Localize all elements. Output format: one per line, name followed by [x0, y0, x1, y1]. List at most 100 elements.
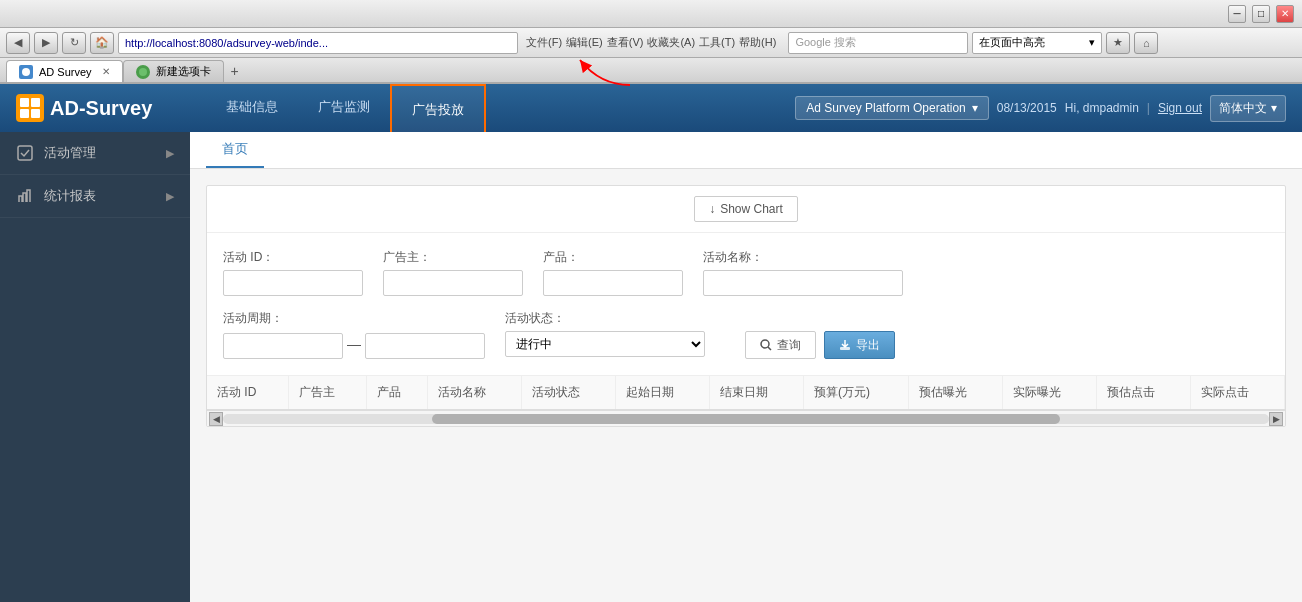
- show-chart-bar: ↓ Show Chart: [207, 186, 1285, 233]
- nav-tab-placement[interactable]: 广告投放: [390, 84, 486, 132]
- sidebar-item-activity[interactable]: 活动管理 ▶: [0, 132, 190, 175]
- advertiser-input[interactable]: [383, 270, 523, 296]
- activity-status-field: 活动状态： 进行中 已结束 未开始 全部: [505, 310, 705, 357]
- show-chart-icon: ↓: [709, 202, 715, 216]
- platform-name: Ad Survey Platform Operation: [806, 101, 965, 115]
- menu-favorites[interactable]: 收藏夹(A): [647, 35, 695, 50]
- show-chart-button[interactable]: ↓ Show Chart: [694, 196, 798, 222]
- svg-point-0: [22, 68, 30, 76]
- advertiser-label: 广告主：: [383, 249, 523, 266]
- export-icon: [839, 339, 851, 351]
- activity-status-select[interactable]: 进行中 已结束 未开始 全部: [505, 331, 705, 357]
- close-btn[interactable]: ✕: [1276, 5, 1294, 23]
- menu-edit[interactable]: 编辑(E): [566, 35, 603, 50]
- menu-help[interactable]: 帮助(H): [739, 35, 776, 50]
- period-start-input[interactable]: [223, 333, 343, 359]
- stats-icon: [16, 187, 34, 205]
- col-activity-name: 活动名称: [427, 376, 521, 410]
- data-table: 活动 ID 广告主 产品 活动名称 活动状态 起始日期 结束日期 预算(万元): [207, 376, 1285, 410]
- content-area: ↓ Show Chart 活动 ID：: [190, 169, 1302, 602]
- product-input[interactable]: [543, 270, 683, 296]
- minimize-btn[interactable]: ─: [1228, 5, 1246, 23]
- menu-view[interactable]: 查看(V): [607, 35, 644, 50]
- export-button[interactable]: 导出: [824, 331, 895, 359]
- col-status: 活动状态: [521, 376, 615, 410]
- back-btn[interactable]: ◀: [6, 32, 30, 54]
- action-buttons: 查询 导出: [745, 331, 895, 359]
- col-advertiser: 广告主: [289, 376, 367, 410]
- newtab-icon: [136, 65, 150, 79]
- highlight-dropdown[interactable]: 在页面中高亮 ▾: [972, 32, 1102, 54]
- nav-tab-basic[interactable]: 基础信息: [206, 84, 298, 132]
- tab-adsurvey-label: AD Survey: [39, 66, 92, 78]
- sidebar-item-stats[interactable]: 统计报表 ▶: [0, 175, 190, 218]
- browser-tab-newtab[interactable]: 新建选项卡: [123, 60, 224, 82]
- filter-row-1: 活动 ID： 广告主： 产品：: [223, 249, 1269, 296]
- scroll-thumb[interactable]: [432, 414, 1060, 424]
- tab-newtab-label: 新建选项卡: [156, 64, 211, 79]
- show-chart-label: Show Chart: [720, 202, 783, 216]
- nav-tab-monitor[interactable]: 广告监测: [298, 84, 390, 132]
- refresh-btn[interactable]: ↻: [62, 32, 86, 54]
- svg-point-1: [139, 68, 147, 76]
- svg-point-4: [761, 340, 769, 348]
- scroll-track[interactable]: [223, 414, 1269, 424]
- address-bar[interactable]: http://localhost:8080/adsurvey-web/inde.…: [118, 32, 518, 54]
- page-tab-home[interactable]: 首页: [206, 132, 264, 168]
- search-icon: [760, 339, 772, 351]
- platform-dropdown[interactable]: Ad Survey Platform Operation ▾: [795, 96, 988, 120]
- scroll-right-btn[interactable]: ▶: [1269, 412, 1283, 426]
- search-placeholder: Google 搜索: [795, 35, 856, 50]
- activity-id-input[interactable]: [223, 270, 363, 296]
- tab-favicon: [19, 65, 33, 79]
- app-body: 活动管理 ▶ 统计报表 ▶: [0, 132, 1302, 602]
- activity-arrow-icon: ▶: [166, 147, 174, 160]
- menu-tools[interactable]: 工具(T): [699, 35, 735, 50]
- new-tab-btn[interactable]: +: [224, 60, 246, 82]
- lang-dropdown[interactable]: 简体中文 ▾: [1210, 95, 1286, 122]
- query-button[interactable]: 查询: [745, 331, 816, 359]
- google-search[interactable]: Google 搜索: [788, 32, 968, 54]
- forward-btn[interactable]: ▶: [34, 32, 58, 54]
- stats-arrow-icon: ▶: [166, 190, 174, 203]
- activity-period-label: 活动周期：: [223, 310, 485, 327]
- header-divider: |: [1147, 101, 1150, 115]
- home2-btn[interactable]: ⌂: [1134, 32, 1158, 54]
- menu-bar: ◀ ▶ ↻ 🏠 http://localhost:8080/adsurvey-w…: [0, 28, 1302, 58]
- scroll-left-btn[interactable]: ◀: [209, 412, 223, 426]
- activity-period-field: 活动周期： —: [223, 310, 485, 359]
- browser-tab-adsurvey[interactable]: AD Survey ✕: [6, 60, 123, 82]
- export-label: 导出: [856, 337, 880, 354]
- tab-adsurvey-close[interactable]: ✕: [102, 66, 110, 77]
- col-activity-id: 活动 ID: [207, 376, 289, 410]
- activity-name-label: 活动名称：: [703, 249, 903, 266]
- star-btn[interactable]: ★: [1106, 32, 1130, 54]
- content-panel: ↓ Show Chart 活动 ID：: [206, 185, 1286, 427]
- col-budget: 预算(万元): [803, 376, 908, 410]
- logo-text: AD-Survey: [50, 97, 152, 120]
- query-label: 查询: [777, 337, 801, 354]
- svg-line-5: [768, 347, 771, 350]
- activity-name-field: 活动名称：: [703, 249, 903, 296]
- sidebar-stats-label: 统计报表: [44, 187, 96, 205]
- header-user: Hi, dmpadmin: [1065, 101, 1139, 115]
- sidebar: 活动管理 ▶ 统计报表 ▶: [0, 132, 190, 602]
- horizontal-scrollbar[interactable]: ◀ ▶: [207, 410, 1285, 426]
- app-nav-tabs: 基础信息 广告监测 广告投放: [206, 84, 795, 132]
- menu-file[interactable]: 文件(F): [526, 35, 562, 50]
- period-inputs: —: [223, 331, 485, 359]
- home-btn[interactable]: 🏠: [90, 32, 114, 54]
- app-wrapper: AD-Survey 基础信息 广告监测 广告投放 Ad Survey Platf…: [0, 84, 1302, 602]
- activity-name-input[interactable]: [703, 270, 903, 296]
- table-section: 活动 ID 广告主 产品 活动名称 活动状态 起始日期 结束日期 预算(万元): [207, 376, 1285, 426]
- page-tabs: 首页: [190, 132, 1302, 169]
- filter-row-2: 活动周期： — 活动状态：: [223, 310, 1269, 359]
- maximize-btn[interactable]: □: [1252, 5, 1270, 23]
- app-logo: AD-Survey: [16, 94, 176, 122]
- period-end-input[interactable]: [365, 333, 485, 359]
- col-product: 产品: [366, 376, 427, 410]
- signout-link[interactable]: Sign out: [1158, 101, 1202, 115]
- col-start-date: 起始日期: [615, 376, 709, 410]
- highlight-text: 在页面中高亮: [979, 35, 1045, 50]
- sidebar-activity-label: 活动管理: [44, 144, 96, 162]
